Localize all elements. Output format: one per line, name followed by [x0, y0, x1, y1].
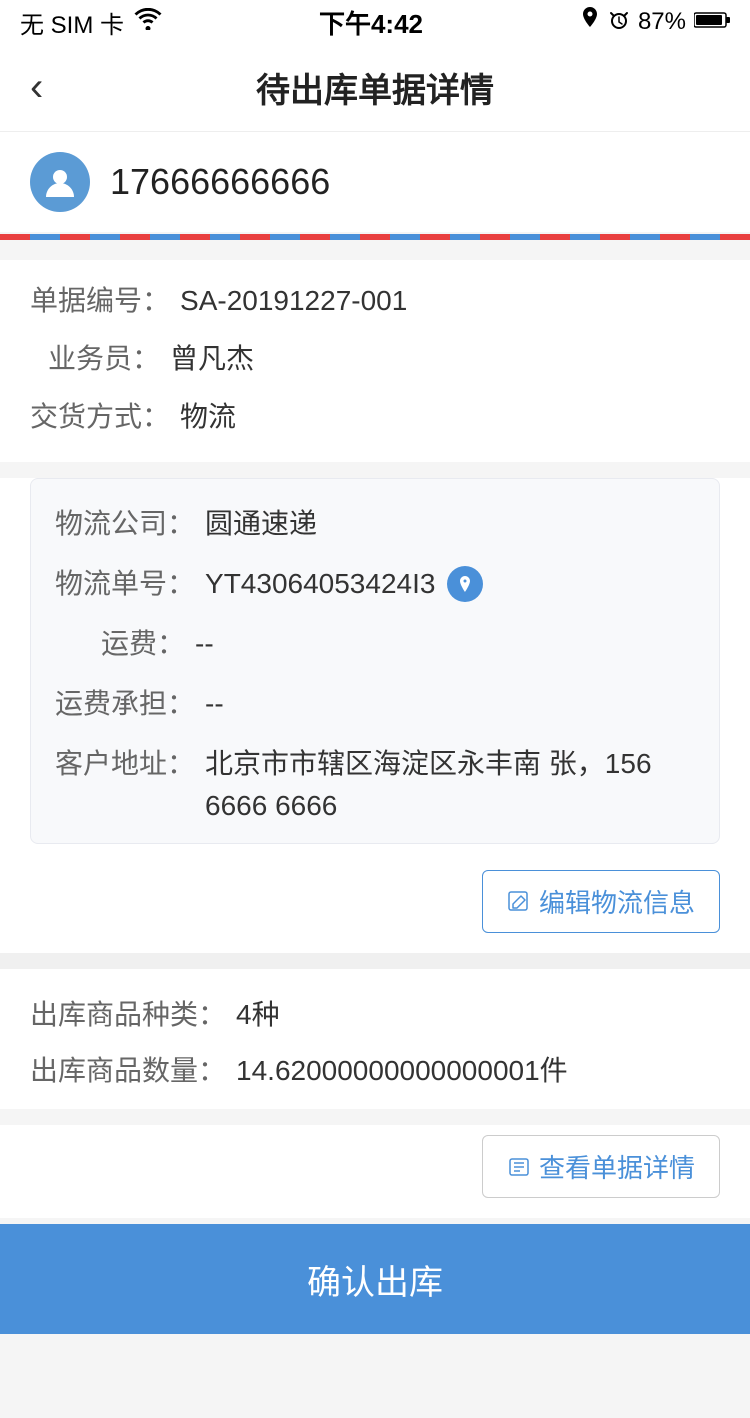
- product-type-row: 出库商品种类： 4种: [30, 993, 720, 1033]
- freight-row: 运费： --: [55, 623, 695, 665]
- edit-logistics-row: 编辑物流信息: [0, 860, 750, 953]
- order-info-section: 单据编号： SA-20191227-001 业务员： 曾凡杰 交货方式： 物流: [0, 260, 750, 462]
- salesperson-row: 业务员： 曾凡杰: [30, 338, 720, 380]
- logistics-company-label: 物流公司：: [55, 503, 195, 545]
- confirm-button[interactable]: 确认出库: [307, 1255, 443, 1304]
- edit-icon: [507, 890, 531, 914]
- dashed-divider: [0, 234, 750, 240]
- status-bar: 无 SIM 卡 下午4:42 87%: [0, 0, 750, 44]
- logistics-company-row: 物流公司： 圆通速递: [55, 503, 695, 545]
- freight-value: --: [195, 623, 695, 665]
- bottom-bar: 确认出库: [0, 1224, 750, 1334]
- product-quantity-row: 出库商品数量： 14.62000000000000001件: [30, 1049, 720, 1089]
- avatar: [30, 152, 90, 212]
- location-status-icon: [580, 7, 600, 38]
- product-section: 出库商品种类： 4种 出库商品数量： 14.62000000000000001件: [0, 969, 750, 1109]
- freight-bearer-value: --: [205, 683, 695, 725]
- edit-logistics-button[interactable]: 编辑物流信息: [482, 870, 720, 933]
- freight-bearer-label: 运费承担：: [55, 683, 195, 725]
- back-button[interactable]: ‹: [30, 65, 43, 110]
- list-icon: [507, 1155, 531, 1179]
- logistics-card: 物流公司： 圆通速递 物流单号： YT43064053424I3 运费： -- …: [30, 478, 720, 844]
- delivery-row: 交货方式： 物流: [30, 396, 720, 438]
- delivery-value: 物流: [180, 396, 720, 438]
- order-number-value: SA-20191227-001: [180, 280, 720, 322]
- status-right: 87%: [580, 7, 730, 38]
- product-quantity-value: 14.62000000000000001件: [236, 1049, 568, 1089]
- salesperson-value: 曾凡杰: [170, 338, 720, 380]
- page-title: 待出库单据详情: [256, 63, 494, 112]
- freight-label: 运费：: [55, 623, 185, 665]
- carrier-text: 无 SIM 卡: [20, 5, 124, 40]
- alarm-icon: [608, 8, 630, 37]
- tracking-location-icon[interactable]: [447, 566, 483, 602]
- view-details-row: 查看单据详情: [0, 1125, 750, 1218]
- nav-bar: ‹ 待出库单据详情: [0, 44, 750, 132]
- product-type-value: 4种: [236, 993, 280, 1033]
- order-number-label: 单据编号：: [30, 280, 170, 322]
- customer-address-value: 北京市市辖区海淀区永丰南 张，156 6666 6666: [205, 743, 695, 827]
- logistics-company-value: 圆通速递: [205, 503, 695, 545]
- section-divider: [0, 953, 750, 969]
- view-details-button[interactable]: 查看单据详情: [482, 1135, 720, 1198]
- status-left: 无 SIM 卡: [20, 5, 162, 40]
- customer-section: 17666666666: [0, 132, 750, 232]
- wifi-icon: [134, 8, 162, 37]
- status-time: 下午4:42: [319, 4, 423, 41]
- salesperson-label: 业务员：: [30, 338, 160, 380]
- customer-phone: 17666666666: [110, 161, 330, 203]
- battery-text: 87%: [638, 8, 686, 36]
- tracking-number-value: YT43064053424I3: [205, 563, 695, 605]
- tracking-number-label: 物流单号：: [55, 563, 195, 605]
- delivery-label: 交货方式：: [30, 396, 170, 438]
- battery-icon: [694, 8, 730, 36]
- tracking-number-row: 物流单号： YT43064053424I3: [55, 563, 695, 605]
- order-number-row: 单据编号： SA-20191227-001: [30, 280, 720, 322]
- freight-bearer-row: 运费承担： --: [55, 683, 695, 725]
- product-type-label: 出库商品种类：: [30, 993, 226, 1033]
- customer-address-label: 客户地址：: [55, 743, 195, 785]
- product-quantity-label: 出库商品数量：: [30, 1049, 226, 1089]
- customer-address-row: 客户地址： 北京市市辖区海淀区永丰南 张，156 6666 6666: [55, 743, 695, 827]
